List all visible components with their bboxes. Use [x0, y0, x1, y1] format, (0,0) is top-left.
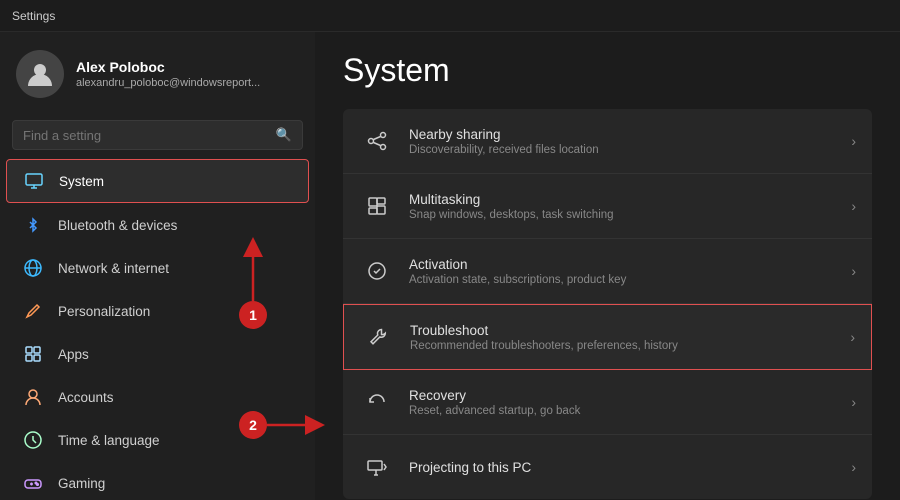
multitasking-title: Multitasking [409, 192, 851, 207]
settings-list: Nearby sharing Discoverability, received … [343, 109, 872, 499]
page-title: System [343, 52, 872, 89]
sidebar-item-accounts[interactable]: Accounts [6, 376, 309, 418]
multitasking-desc: Snap windows, desktops, task switching [409, 209, 851, 221]
bluetooth-nav-icon [22, 214, 44, 236]
recovery-chevron: › [851, 394, 856, 410]
sidebar-item-label-gaming: Gaming [58, 476, 105, 491]
settings-item-troubleshoot[interactable]: Troubleshoot Recommended troubleshooters,… [343, 304, 872, 370]
sidebar-item-bluetooth[interactable]: Bluetooth & devices [6, 204, 309, 246]
activation-title: Activation [409, 257, 851, 272]
user-name: Alex Poloboc [76, 59, 260, 75]
multitasking-chevron: › [851, 198, 856, 214]
nav-list: System Bluetooth & devices Network & inter… [0, 158, 315, 500]
user-email: alexandru_poloboc@windowsreport... [76, 77, 260, 89]
sidebar-item-apps[interactable]: Apps [6, 333, 309, 375]
nearby-sharing-desc: Discoverability, received files location [409, 144, 851, 156]
nearby-sharing-icon [359, 123, 395, 159]
recovery-icon [359, 384, 395, 420]
personalization-nav-icon [22, 300, 44, 322]
activation-icon [359, 253, 395, 289]
recovery-desc: Reset, advanced startup, go back [409, 405, 851, 417]
user-info: Alex Poloboc alexandru_poloboc@windowsre… [76, 59, 260, 89]
nearby-sharing-title: Nearby sharing [409, 127, 851, 142]
sidebar: Alex Poloboc alexandru_poloboc@windowsre… [0, 32, 315, 500]
sidebar-item-label-personalization: Personalization [58, 304, 150, 319]
nearby-sharing-text: Nearby sharing Discoverability, received … [409, 127, 851, 156]
apps-nav-icon [22, 343, 44, 365]
accounts-nav-icon [22, 386, 44, 408]
sidebar-item-system[interactable]: System [6, 159, 309, 203]
sidebar-item-label-network: Network & internet [58, 261, 169, 276]
troubleshoot-desc: Recommended troubleshooters, preferences… [410, 340, 850, 352]
settings-item-activation[interactable]: Activation Activation state, subscription… [343, 239, 872, 304]
search-box[interactable]: 🔍 [12, 120, 303, 150]
sidebar-item-gaming[interactable]: Gaming [6, 462, 309, 500]
sidebar-item-label-system: System [59, 174, 104, 189]
projecting-chevron: › [851, 459, 856, 475]
nearby-sharing-chevron: › [851, 133, 856, 149]
time-nav-icon [22, 429, 44, 451]
troubleshoot-chevron: › [850, 329, 855, 345]
settings-item-recovery[interactable]: Recovery Reset, advanced startup, go back… [343, 370, 872, 435]
sidebar-item-label-bluetooth: Bluetooth & devices [58, 218, 177, 233]
system-nav-icon [23, 170, 45, 192]
projecting-icon [359, 449, 395, 485]
gaming-nav-icon [22, 472, 44, 494]
search-input[interactable] [23, 128, 268, 143]
content-area: System Nearby sharing Discoverability, re… [315, 32, 900, 500]
activation-chevron: › [851, 263, 856, 279]
troubleshoot-text: Troubleshoot Recommended troubleshooters,… [410, 323, 850, 352]
user-profile[interactable]: Alex Poloboc alexandru_poloboc@windowsre… [0, 32, 315, 116]
network-nav-icon [22, 257, 44, 279]
recovery-text: Recovery Reset, advanced startup, go back [409, 388, 851, 417]
sidebar-item-personalization[interactable]: Personalization [6, 290, 309, 332]
settings-item-projecting[interactable]: Projecting to this PC› [343, 435, 872, 499]
sidebar-item-label-accounts: Accounts [58, 390, 114, 405]
multitasking-text: Multitasking Snap windows, desktops, task… [409, 192, 851, 221]
window-title: Settings [12, 9, 55, 23]
sidebar-item-time[interactable]: Time & language [6, 419, 309, 461]
recovery-title: Recovery [409, 388, 851, 403]
multitasking-icon [359, 188, 395, 224]
settings-item-multitasking[interactable]: Multitasking Snap windows, desktops, task… [343, 174, 872, 239]
projecting-text: Projecting to this PC [409, 460, 851, 475]
troubleshoot-title: Troubleshoot [410, 323, 850, 338]
projecting-title: Projecting to this PC [409, 460, 851, 475]
sidebar-item-network[interactable]: Network & internet [6, 247, 309, 289]
search-icon: 🔍 [276, 127, 292, 143]
activation-text: Activation Activation state, subscription… [409, 257, 851, 286]
sidebar-item-label-time: Time & language [58, 433, 160, 448]
troubleshoot-icon [360, 319, 396, 355]
sidebar-item-label-apps: Apps [58, 347, 89, 362]
activation-desc: Activation state, subscriptions, product… [409, 274, 851, 286]
settings-item-nearby-sharing[interactable]: Nearby sharing Discoverability, received … [343, 109, 872, 174]
avatar [16, 50, 64, 98]
